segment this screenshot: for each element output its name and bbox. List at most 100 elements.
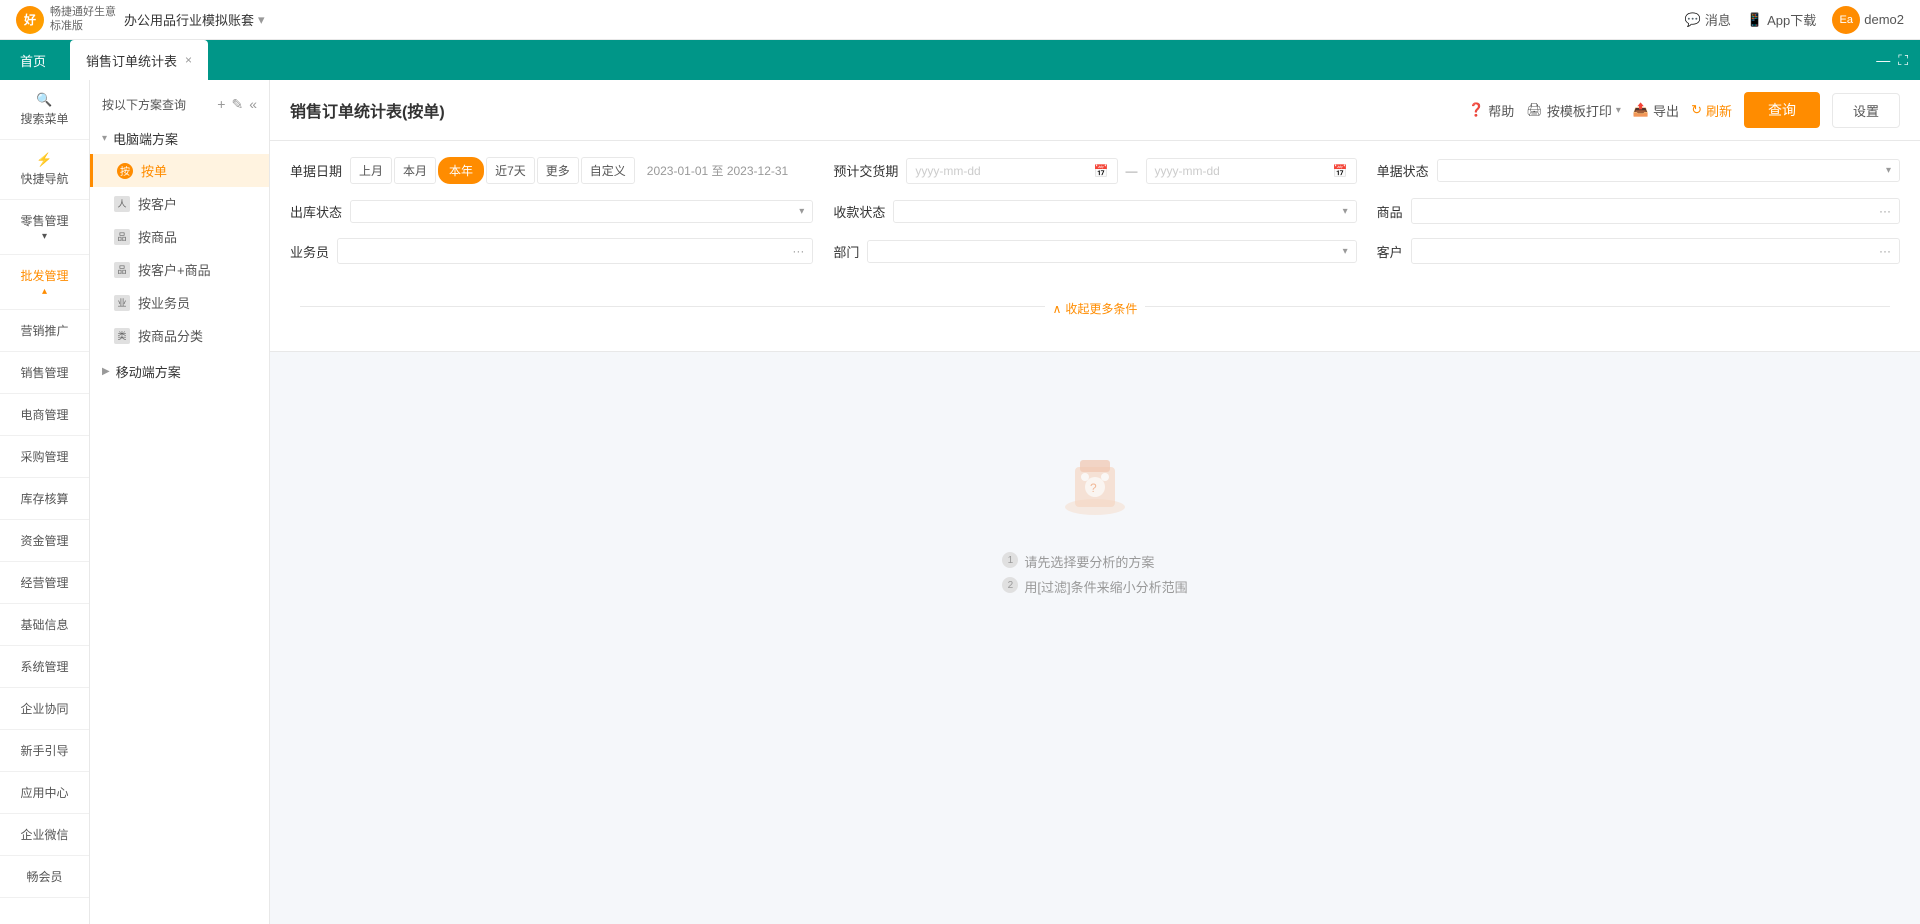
scheme-item-by-order[interactable]: 按 按单 <box>90 154 269 187</box>
sidebar-item-marketing[interactable]: 营销推广 <box>0 310 89 352</box>
status-select[interactable]: ▾ <box>1437 159 1900 182</box>
top-bar: 好 畅捷通好生意 标准版 办公用品行业模拟账套 ▾ 💬 消息 📱 App下载 E… <box>0 0 1920 40</box>
scheme-item-by-salesperson[interactable]: 业 按业务员 <box>90 286 269 319</box>
expected-date-from[interactable]: yyyy-mm-dd 📅 <box>906 158 1117 184</box>
app-download-button[interactable]: 📱 App下载 <box>1747 10 1816 29</box>
top-bar-left: 好 畅捷通好生意 标准版 办公用品行业模拟账套 ▾ <box>16 6 265 34</box>
sidebar-item-sales[interactable]: 销售管理 <box>0 352 89 394</box>
app-title[interactable]: 办公用品行业模拟账套 ▾ <box>124 10 265 29</box>
sidebar-item-operations[interactable]: 经营管理 <box>0 562 89 604</box>
empty-illustration: ? <box>1045 432 1145 532</box>
this-month-btn[interactable]: 本月 <box>394 157 436 184</box>
custom-date-btn[interactable]: 自定义 <box>581 157 635 184</box>
collapse-filter-button[interactable]: ∧ 收起更多条件 <box>1045 292 1146 325</box>
scheme-item-by-goods[interactable]: 品 按商品 <box>90 220 269 253</box>
customer-dots-icon[interactable]: ··· <box>1879 244 1891 258</box>
sidebar-item-member[interactable]: 畅会员 <box>0 856 89 898</box>
add-scheme-icon[interactable]: + <box>217 96 225 113</box>
date-filter: 单据日期 上月 本月 本年 近7天 更多 自定义 2023-01-01 至 20… <box>290 157 813 184</box>
tab-minimize-icon[interactable]: — <box>1876 52 1890 68</box>
scheme-item-by-customer[interactable]: 人 按客户 <box>90 187 269 220</box>
sidebar-item-wechat[interactable]: 企业微信 <box>0 814 89 856</box>
sidebar-item-appcenter[interactable]: 应用中心 <box>0 772 89 814</box>
sidebar-item-enterprise[interactable]: 企业协同 <box>0 688 89 730</box>
settings-button[interactable]: 设置 <box>1832 93 1900 128</box>
sidebar-item-wholesale[interactable]: 批发管理 ▴ <box>0 255 89 310</box>
status-select-arrow: ▾ <box>1886 165 1891 176</box>
scheme-item-by-customer-goods[interactable]: 品 按客户+商品 <box>90 253 269 286</box>
ship-status-filter: 出库状态 ▾ <box>290 200 813 223</box>
sidebar-item-purchase[interactable]: 采购管理 <box>0 436 89 478</box>
help-button[interactable]: ❓ 帮助 <box>1468 101 1514 120</box>
filter-row-3: 业务员 ··· 部门 ▾ 客户 <box>290 238 1900 264</box>
divider-left <box>300 306 1045 307</box>
scheme-section-mobile: ▶ 移动端方案 <box>90 356 269 387</box>
expected-date-to[interactable]: yyyy-mm-dd 📅 <box>1146 158 1357 184</box>
last-month-btn[interactable]: 上月 <box>350 157 392 184</box>
date-range-text: 2023-01-01 至 2023-12-31 <box>647 162 788 179</box>
user-menu[interactable]: Ea demo2 <box>1832 6 1904 34</box>
this-year-btn[interactable]: 本年 <box>438 157 484 184</box>
sidebar-item-system[interactable]: 系统管理 <box>0 646 89 688</box>
goods-select[interactable]: ··· <box>1411 198 1900 224</box>
empty-tip-2: 2 用[过滤]条件来缩小分析范围 <box>1002 577 1187 596</box>
calendar-icon: 📅 <box>1094 164 1109 178</box>
logo-icon: 好 <box>16 6 44 34</box>
sidebar-item-inventory[interactable]: 库存核算 <box>0 478 89 520</box>
scheme-item-icon: 人 <box>114 196 130 212</box>
status-filter: 单据状态 ▾ <box>1377 159 1900 182</box>
page-actions: ❓ 帮助 🖨 按模板打印 ▾ 📤 导出 ↻ 刷新 <box>1468 92 1900 128</box>
sidebar-item-finance[interactable]: 资金管理 <box>0 520 89 562</box>
quicknav-icon: ⚡ <box>36 152 52 168</box>
customer-select[interactable]: ··· <box>1411 238 1900 264</box>
salesperson-select[interactable]: ··· <box>337 238 813 264</box>
edit-scheme-icon[interactable]: ✎ <box>231 96 243 113</box>
tab-maximize-icon[interactable]: ⛶ <box>1898 52 1908 69</box>
query-button[interactable]: 查询 <box>1744 92 1820 128</box>
top-bar-right: 💬 消息 📱 App下载 Ea demo2 <box>1685 6 1904 34</box>
filter-area: 单据日期 上月 本月 本年 近7天 更多 自定义 2023-01-01 至 20… <box>270 141 1920 352</box>
scheme-item-icon: 按 <box>117 163 133 179</box>
message-icon: 💬 <box>1685 12 1701 28</box>
template-print-button[interactable]: 🖨 按模板打印 ▾ <box>1526 101 1621 120</box>
sidebar-item-quicknav[interactable]: ⚡ 快捷导航 <box>0 140 89 200</box>
logo-area: 好 畅捷通好生意 标准版 <box>16 6 116 34</box>
salesperson-dots-icon[interactable]: ··· <box>792 244 804 258</box>
scheme-category-mobile[interactable]: ▶ 移动端方案 <box>90 356 269 387</box>
sidebar-item-newuser[interactable]: 新手引导 <box>0 730 89 772</box>
ship-status-select[interactable]: ▾ <box>350 200 813 223</box>
refresh-icon: ↻ <box>1691 102 1702 118</box>
filter-row-1: 单据日期 上月 本月 本年 近7天 更多 自定义 2023-01-01 至 20… <box>290 157 1900 184</box>
empty-tip-1: 1 请先选择要分析的方案 <box>1002 552 1187 571</box>
dept-select[interactable]: ▾ <box>867 240 1356 263</box>
more-date-btn[interactable]: 更多 <box>537 157 579 184</box>
scheme-category-pc[interactable]: ▾ 电脑端方案 <box>90 123 269 154</box>
scheme-item-icon: 业 <box>114 295 130 311</box>
status-label: 单据状态 <box>1377 161 1429 180</box>
message-button[interactable]: 💬 消息 <box>1685 10 1731 29</box>
download-icon: 📱 <box>1747 12 1763 28</box>
scheme-item-icon: 品 <box>114 262 130 278</box>
tab-home[interactable]: 首页 <box>0 40 66 80</box>
export-button[interactable]: 📤 导出 <box>1633 101 1679 120</box>
content-area: 按以下方案查询 + ✎ « ▾ 电脑端方案 按 按单 人 按客户 <box>90 80 1920 924</box>
left-panel-header: 按以下方案查询 + ✎ « <box>90 90 269 119</box>
refresh-button[interactable]: ↻ 刷新 <box>1691 101 1732 120</box>
scheme-item-by-category[interactable]: 类 按商品分类 <box>90 319 269 352</box>
payment-status-arrow: ▾ <box>1343 206 1348 217</box>
goods-filter: 商品 ··· <box>1377 198 1900 224</box>
sidebar-item-retail[interactable]: 零售管理 ▾ <box>0 200 89 255</box>
tab-sales-order-stats[interactable]: 销售订单统计表 × <box>70 40 208 80</box>
tab-close-icon[interactable]: × <box>185 53 192 67</box>
sidebar-item-ecommerce[interactable]: 电商管理 <box>0 394 89 436</box>
sidebar-item-basics[interactable]: 基础信息 <box>0 604 89 646</box>
collapse-panel-icon[interactable]: « <box>249 96 257 113</box>
date-label: 单据日期 <box>290 161 342 180</box>
date-btn-group: 上月 本月 本年 近7天 更多 自定义 <box>350 157 635 184</box>
last7-btn[interactable]: 近7天 <box>486 157 535 184</box>
payment-status-select[interactable]: ▾ <box>893 200 1356 223</box>
date-separator: — <box>1126 164 1138 178</box>
sidebar-item-search[interactable]: 🔍 搜索菜单 <box>0 80 89 140</box>
goods-dots-icon[interactable]: ··· <box>1879 204 1891 218</box>
customer-label: 客户 <box>1377 242 1403 261</box>
